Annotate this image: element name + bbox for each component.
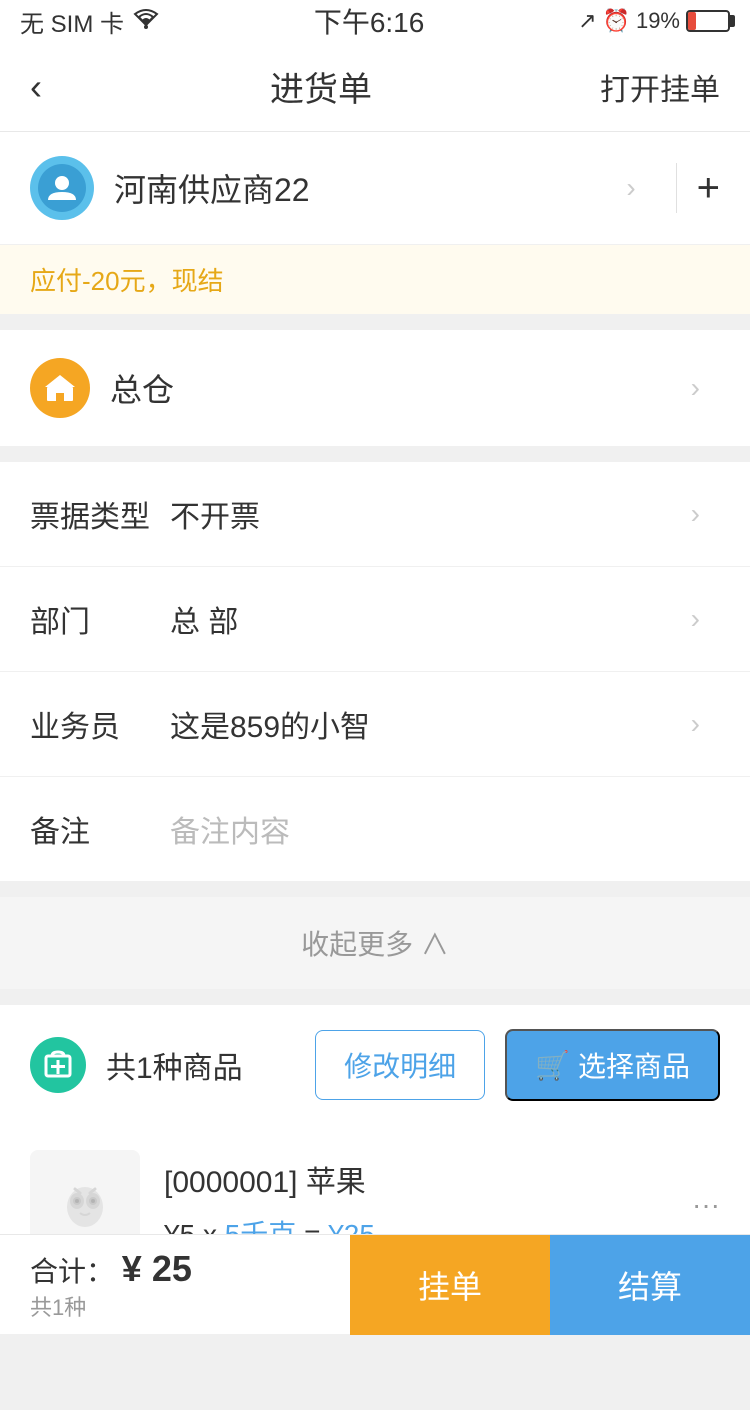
battery-icon [686,10,730,32]
select-product-button[interactable]: 🛒 选择商品 [505,1029,720,1101]
total-row: 合计： ¥ 25 [30,1248,320,1290]
department-label: 部门 [30,597,170,641]
status-bar: 无 SIM 卡 下午6:16 ↗ ⏰ 19% [0,0,750,42]
remark-row[interactable]: 备注 备注内容 [0,777,750,881]
chevron-right-icon: › [691,708,700,740]
product-name: [0000001] 苹果 [164,1157,692,1201]
salesperson-value: 这是859的小智 [170,702,691,746]
divider [676,163,677,213]
supplier-section: 河南供应商22 › + 应付-20元，现结 [0,132,750,314]
warehouse-icon [30,358,90,418]
edit-detail-button[interactable]: 修改明细 [315,1030,485,1100]
carrier-text: 无 SIM 卡 [20,4,124,39]
battery-percent: 19% [636,8,680,34]
content: 河南供应商22 › + 应付-20元，现结 总仓 › 票据类型 不开票 › [0,132,750,1410]
chevron-right-icon: › [626,172,635,204]
remark-label: 备注 [30,807,170,851]
location-icon: ↗ [578,8,596,34]
open-hang-button[interactable]: 打开挂单 [600,65,720,109]
page-title: 进货单 [270,62,372,111]
collapse-button[interactable]: 收起更多 ∧ [0,897,750,989]
collapse-label: 收起更多 ∧ [301,923,449,963]
cart-icon: 🛒 [535,1049,570,1082]
status-left: 无 SIM 卡 [20,4,160,39]
back-button[interactable]: ‹ [30,66,42,108]
avatar-icon [38,164,86,212]
status-right: ↗ ⏰ 19% [578,8,730,34]
nav-bar: ‹ 进货单 打开挂单 [0,42,750,132]
invoice-label: 票据类型 [30,492,170,536]
department-row[interactable]: 部门 总 部 › [0,567,750,672]
chevron-right-icon: › [691,498,700,530]
add-button[interactable]: + [697,166,720,211]
chevron-right-icon: › [691,603,700,635]
supplier-name: 河南供应商22 [114,165,626,211]
hang-label: 挂单 [418,1262,482,1308]
total-count: 共1种 [30,1290,320,1322]
select-product-label: 选择商品 [578,1045,690,1085]
wifi-icon [132,7,160,36]
salesperson-label: 业务员 [30,702,170,746]
department-value: 总 部 [170,597,691,641]
product-count-label: 共1种商品 [106,1043,295,1087]
notice-row: 应付-20元，现结 [0,245,750,314]
total-section: 合计： ¥ 25 共1种 [0,1248,350,1322]
checkout-label: 结算 [618,1262,682,1308]
remark-placeholder: 备注内容 [170,807,720,851]
total-label: 合计： [30,1256,114,1287]
bottom-bar: 合计： ¥ 25 共1种 挂单 结算 [0,1234,750,1334]
invoice-row[interactable]: 票据类型 不开票 › [0,462,750,567]
form-section: 票据类型 不开票 › 部门 总 部 › 业务员 这是859的小智 › 备注 备注… [0,462,750,881]
more-button[interactable]: ··· [692,1189,720,1221]
collapse-section: 收起更多 ∧ [0,897,750,989]
products-icon [30,1037,86,1093]
salesperson-row[interactable]: 业务员 这是859的小智 › [0,672,750,777]
checkout-button[interactable]: 结算 [550,1235,750,1335]
total-amount: ¥ 25 [122,1248,192,1289]
product-title: 苹果 [306,1166,366,1199]
warehouse-name: 总仓 [110,365,691,411]
alarm-icon: ⏰ [603,8,630,34]
warehouse-row[interactable]: 总仓 › [0,330,750,446]
warehouse-section[interactable]: 总仓 › [0,330,750,446]
products-header: 共1种商品 修改明细 🛒 选择商品 [0,1005,750,1125]
supplier-avatar [30,156,94,220]
chevron-right-icon: › [691,372,700,404]
hang-button[interactable]: 挂单 [350,1235,550,1335]
status-time: 下午6:16 [314,1,425,41]
supplier-row[interactable]: 河南供应商22 › + [0,132,750,245]
invoice-value: 不开票 [170,492,691,536]
product-code: [0000001] [164,1166,297,1199]
